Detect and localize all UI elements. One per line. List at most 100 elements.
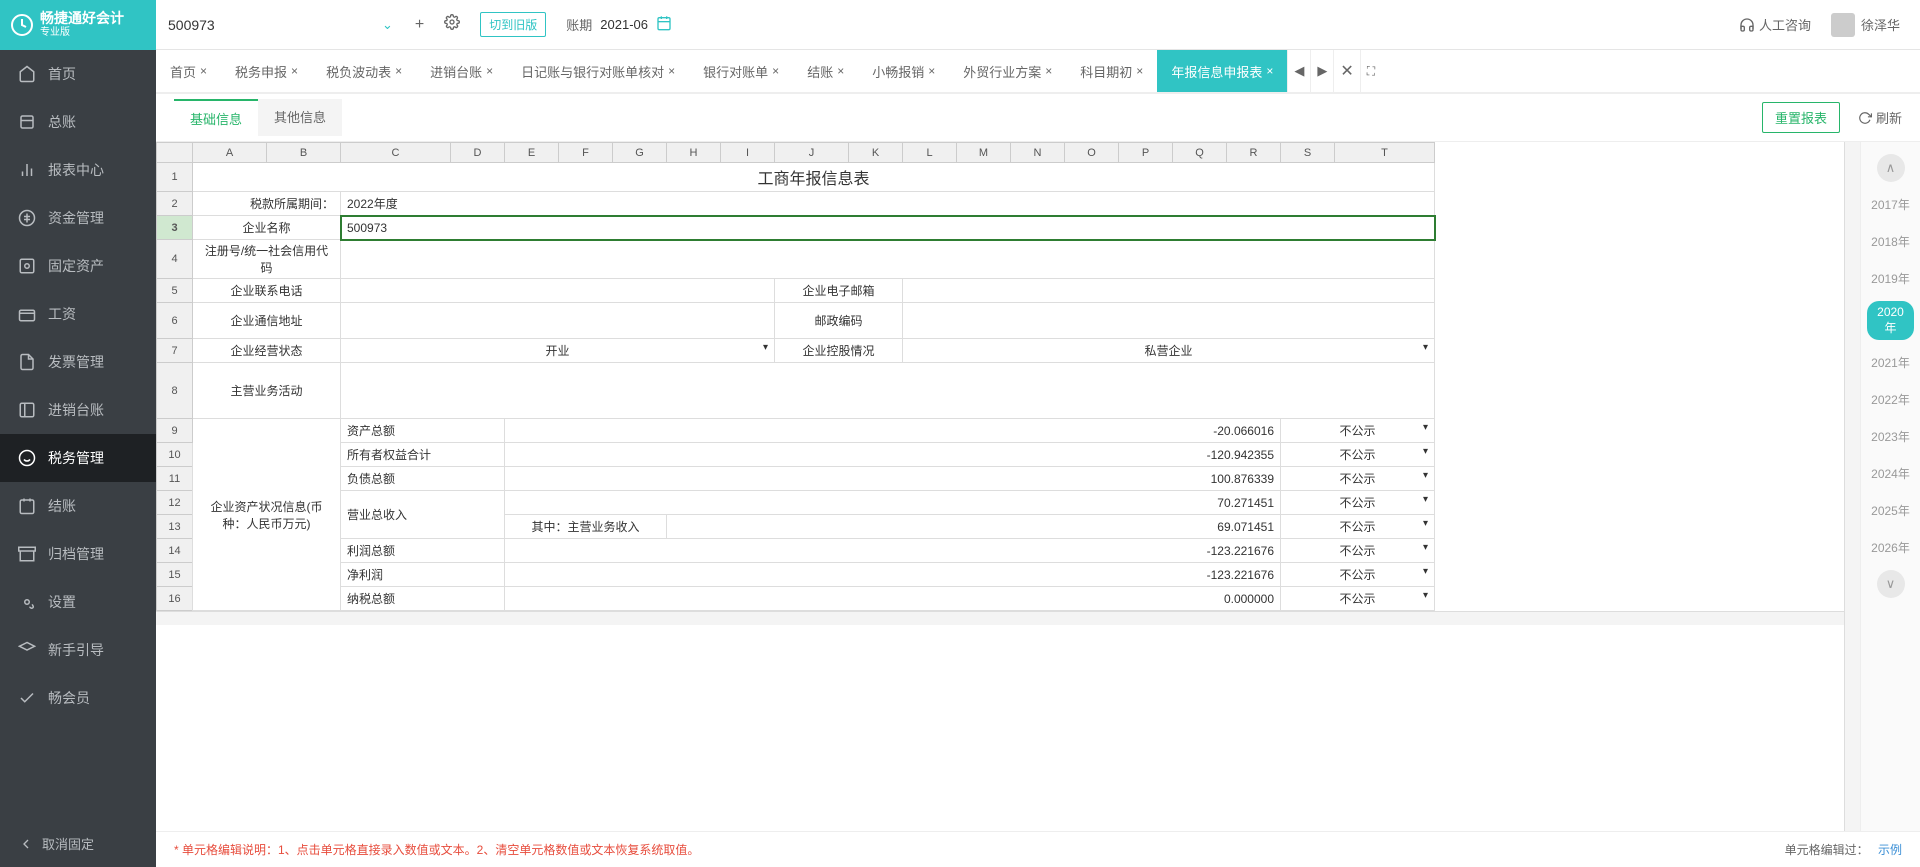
sidebar-item-member[interactable]: 畅会员 [0,674,156,722]
settings-icon[interactable] [444,14,460,35]
year-option[interactable]: 2022年 [1861,381,1920,418]
sidebar-item-invoice[interactable]: 发票管理 [0,338,156,386]
sidebar-item-settings[interactable]: 设置 [0,578,156,626]
holding-dropdown[interactable]: 私营企业 [903,339,1435,363]
col-header[interactable]: S [1281,143,1335,163]
sub-tab[interactable]: 基础信息 [174,99,258,136]
tab[interactable]: 外贸行业方案× [949,50,1066,92]
active-cell[interactable]: 500973 [341,216,1435,240]
sidebar-item-assets[interactable]: 固定资产 [0,242,156,290]
col-header[interactable]: O [1065,143,1119,163]
refresh-button[interactable]: 刷新 [1858,108,1902,127]
col-header[interactable]: G [613,143,667,163]
close-icon[interactable]: × [395,64,402,78]
tab[interactable]: 年报信息申报表× [1157,50,1287,92]
tab[interactable]: 税负波动表× [312,50,416,92]
sidebar-item-home[interactable]: 首页 [0,50,156,98]
sidebar-item-reports[interactable]: 报表中心 [0,146,156,194]
tab-prev[interactable]: ◀ [1287,50,1310,92]
support-button[interactable]: 人工咨询 [1739,15,1811,34]
year-option[interactable]: 2026年 [1861,529,1920,566]
tab[interactable]: 首页× [156,50,221,92]
toolbar: 基础信息其他信息 重置报表 刷新 [156,94,1920,142]
year-up[interactable]: ∧ [1877,154,1905,182]
tab[interactable]: 进销台账× [416,50,507,92]
settings-icon [18,593,36,611]
col-header[interactable]: E [505,143,559,163]
col-header[interactable]: I [721,143,775,163]
year-down[interactable]: ∨ [1877,570,1905,598]
col-header[interactable]: L [903,143,957,163]
close-icon[interactable]: × [1136,64,1143,78]
col-header[interactable]: N [1011,143,1065,163]
tab[interactable]: 小畅报销× [858,50,949,92]
company-input[interactable] [168,17,378,33]
horizontal-scrollbar[interactable] [156,611,1844,625]
calendar-icon[interactable] [656,15,672,34]
example-link[interactable]: 示例 [1878,843,1902,857]
year-option[interactable]: 2018年 [1861,223,1920,260]
fullscreen[interactable]: ⛶ [1360,50,1381,92]
close-icon[interactable]: × [928,64,935,78]
col-header[interactable]: A [193,143,267,163]
col-header[interactable]: C [341,143,451,163]
close-icon[interactable]: × [200,64,207,78]
col-header[interactable]: Q [1173,143,1227,163]
col-header[interactable]: B [267,143,341,163]
close-all[interactable]: ✕ [1333,50,1359,92]
switch-old-button[interactable]: 切到旧版 [480,12,546,37]
col-header[interactable]: T [1335,143,1435,163]
company-selector[interactable]: ⌄ [156,17,405,33]
tab[interactable]: 结账× [793,50,858,92]
sheet-title: 工商年报信息表 [193,163,1435,192]
logo: 畅捷通好会计 专业版 [0,0,156,50]
spreadsheet[interactable]: ABCDEFGHIJKLMNOPQRST 1工商年报信息表 2税款所属期间：20… [156,142,1844,831]
year-option[interactable]: 2019年 [1861,260,1920,297]
sidebar-item-closing[interactable]: 结账 [0,482,156,530]
close-icon[interactable]: × [1266,64,1273,78]
row-header[interactable]: 1 [157,163,193,192]
col-header[interactable]: D [451,143,505,163]
period-value[interactable]: 2021-06 [600,17,648,32]
status-dropdown[interactable]: 开业 [341,339,775,363]
close-icon[interactable]: × [668,64,675,78]
tab-next[interactable]: ▶ [1310,50,1333,92]
year-option[interactable]: 2025年 [1861,492,1920,529]
col-header[interactable]: P [1119,143,1173,163]
tab[interactable]: 日记账与银行对账单核对× [507,50,689,92]
year-option[interactable]: 2023年 [1861,418,1920,455]
col-header[interactable]: M [957,143,1011,163]
tab[interactable]: 科目期初× [1066,50,1157,92]
sub-tab[interactable]: 其他信息 [258,99,342,136]
sidebar-item-ledger[interactable]: 总账 [0,98,156,146]
sidebar-item-tax[interactable]: 税务管理 [0,434,156,482]
unpin-button[interactable]: 取消固定 [0,820,156,867]
period-label: 账期 [566,15,592,34]
close-icon[interactable]: × [772,64,779,78]
sidebar-item-salary[interactable]: 工资 [0,290,156,338]
sidebar-item-archive[interactable]: 归档管理 [0,530,156,578]
year-option[interactable]: 2024年 [1861,455,1920,492]
sidebar-item-trade[interactable]: 进销台账 [0,386,156,434]
tab[interactable]: 银行对账单× [689,50,793,92]
col-header[interactable]: R [1227,143,1281,163]
sidebar-item-funds[interactable]: 资金管理 [0,194,156,242]
year-option[interactable]: 2017年 [1861,186,1920,223]
reset-button[interactable]: 重置报表 [1762,102,1840,133]
add-icon[interactable]: + [415,16,424,34]
col-header[interactable]: J [775,143,849,163]
year-option[interactable]: 2020年 [1867,301,1914,340]
col-header[interactable]: K [849,143,903,163]
close-icon[interactable]: × [1045,64,1052,78]
year-option[interactable]: 2021年 [1861,344,1920,381]
close-icon[interactable]: × [837,64,844,78]
close-icon[interactable]: × [291,64,298,78]
close-icon[interactable]: × [486,64,493,78]
sidebar-item-guide[interactable]: 新手引导 [0,626,156,674]
avatar[interactable] [1831,13,1855,37]
col-header[interactable]: F [559,143,613,163]
tab[interactable]: 税务申报× [221,50,312,92]
vertical-scrollbar[interactable] [1844,142,1860,831]
corner-cell[interactable] [157,143,193,163]
col-header[interactable]: H [667,143,721,163]
